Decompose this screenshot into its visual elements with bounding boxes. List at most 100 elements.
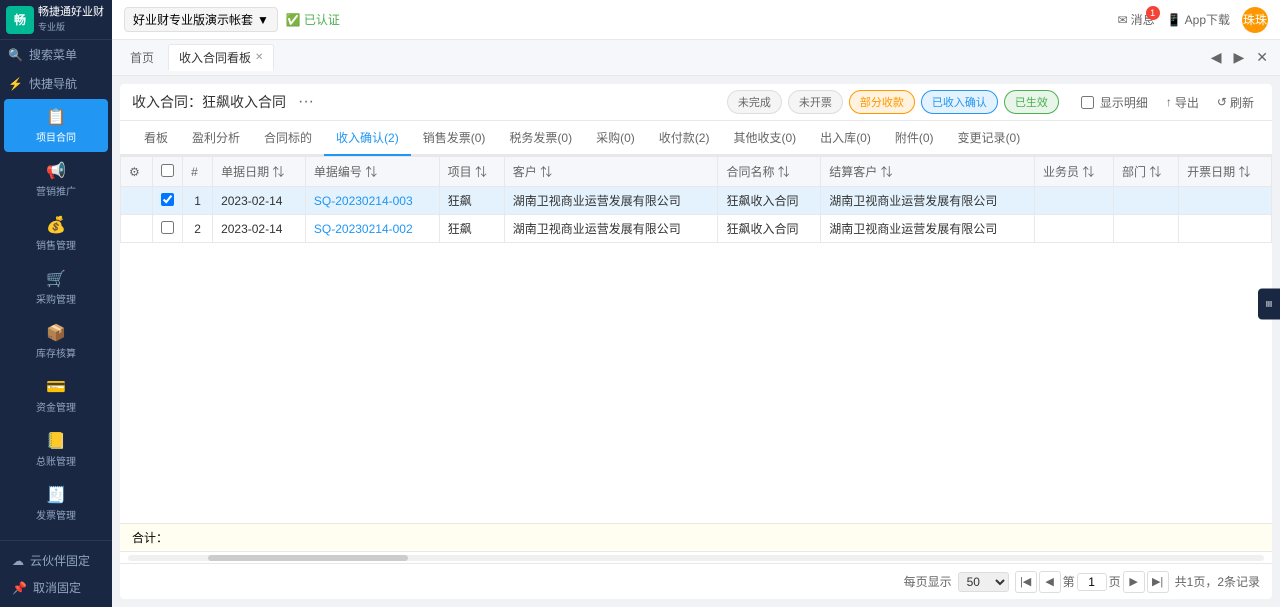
tab-contract-board[interactable]: 收入合同看板 ✕ (168, 44, 274, 71)
search-label: 搜索菜单 (29, 46, 77, 63)
first-page-btn[interactable]: |◀ (1015, 571, 1037, 593)
tabs-bar: 看板 盈利分析 合同标的 收入确认(2) 销售发票(0) 税务发票(0) 采购(… (120, 121, 1272, 156)
row-checkbox-cell-0[interactable] (153, 187, 183, 215)
footer-total-label: 合计： (132, 529, 168, 546)
last-page-btn[interactable]: ▶| (1147, 571, 1169, 593)
tab-sales-invoice[interactable]: 销售发票(0) (411, 121, 498, 154)
row-invoice-date-0 (1179, 187, 1272, 215)
tab-attachment[interactable]: 附件(0) (883, 121, 946, 154)
sidebar-quicknav[interactable]: ⚡ 快捷导航 (0, 69, 112, 98)
refresh-label: 刷新 (1230, 94, 1254, 111)
status-confirmed[interactable]: 已收入确认 (921, 90, 998, 114)
avatar[interactable]: 珠珠 (1242, 7, 1268, 33)
tab-next-btn[interactable]: ▶ (1229, 47, 1248, 68)
sidebar-scroll: 📋 项目合同 📢 营销推广 💰 销售管理 🛒 采购管理 📦 库存核算 💳 资金管… (0, 98, 112, 540)
message-badge: 1 (1146, 6, 1160, 20)
row-salesperson-1 (1034, 215, 1113, 243)
tab-income-confirm[interactable]: 收入确认(2) (324, 121, 411, 154)
refresh-btn[interactable]: ↺ 刷新 (1211, 92, 1260, 113)
phone-icon: 📱 (1167, 13, 1182, 27)
status-unfinished[interactable]: 未完成 (727, 90, 782, 114)
topbar-right: ✉ 1 消息 📱 App下载 珠珠 (1118, 7, 1268, 33)
show-detail-checkbox[interactable] (1081, 96, 1094, 109)
message-action[interactable]: ✉ 1 消息 (1118, 11, 1155, 28)
tabbar-nav: ◀ ▶ ✕ (1207, 47, 1272, 68)
main-area: 好业财专业版演示帐套 ▼ ✅ 已认证 ✉ 1 消息 📱 App下载 珠珠 (112, 0, 1280, 607)
row-contract-name-0: 狂飙收入合同 (718, 187, 821, 215)
sidebar-item-sales[interactable]: 💰 销售管理 (4, 207, 108, 260)
tab-contract-subject[interactable]: 合同标的 (252, 121, 324, 154)
row-department-0 (1113, 187, 1178, 215)
more-button[interactable]: ··· (294, 93, 318, 111)
company-selector[interactable]: 好业财专业版演示帐套 ▼ (124, 7, 278, 32)
row-number-link-0[interactable]: SQ-20230214-003 (314, 194, 413, 208)
tab-purchase[interactable]: 采购(0) (584, 121, 647, 154)
tab-home[interactable]: 首页 (120, 45, 164, 70)
col-contract-name[interactable]: 合同名称 ⇅ (718, 157, 821, 187)
tab-other-income[interactable]: 其他收支(0) (721, 121, 808, 154)
col-date[interactable]: 单据日期 ⇅ (213, 157, 306, 187)
status-partial-receipt[interactable]: 部分收款 (849, 90, 915, 114)
prev-page-btn[interactable]: ◀ (1039, 571, 1061, 593)
sidebar: 畅 畅捷通好业财 专业版 🔍 搜索菜单 ⚡ 快捷导航 📋 项目合同 📢 营销推广… (0, 0, 112, 607)
invoice-icon: 🧾 (46, 485, 66, 505)
col-department[interactable]: 部门 ⇅ (1113, 157, 1178, 187)
row-checkbox-cell-1[interactable] (153, 215, 183, 243)
tab-profit[interactable]: 盈利分析 (180, 121, 252, 154)
sidebar-search[interactable]: 🔍 搜索菜单 (0, 40, 112, 69)
app-download-action[interactable]: 📱 App下载 (1167, 11, 1230, 28)
row-number-link-1[interactable]: SQ-20230214-002 (314, 222, 413, 236)
col-salesperson[interactable]: 业务员 ⇅ (1034, 157, 1113, 187)
table-settings[interactable]: ⚙ (121, 157, 153, 187)
export-btn[interactable]: ↑ 导出 (1160, 92, 1205, 113)
sidebar-item-finance[interactable]: 💳 资金管理 (4, 369, 108, 422)
next-page-btn[interactable]: ▶ (1123, 571, 1145, 593)
tab-close-icon[interactable]: ✕ (255, 52, 263, 63)
tab-change-log[interactable]: 变更记录(0) (946, 121, 1033, 154)
row-checkbox-0[interactable] (161, 193, 174, 206)
sidebar-item-ledger[interactable]: 📒 总账管理 (4, 423, 108, 476)
contract-title: 收入合同：狂飙收入合同 (132, 92, 286, 112)
cloud-icon: ☁ (12, 554, 24, 568)
status-uninvoiced[interactable]: 未开票 (788, 90, 843, 114)
sidebar-cloud-partner[interactable]: ☁ 云伙伴固定 (4, 547, 108, 574)
row-checkbox-1[interactable] (161, 221, 174, 234)
row-settings-1[interactable] (121, 215, 153, 243)
page-input[interactable] (1077, 573, 1107, 591)
tab-inout-warehouse[interactable]: 出入库(0) (808, 121, 883, 154)
row-settings-0[interactable] (121, 187, 153, 215)
cloud-label: 云伙伴固定 (30, 552, 90, 569)
tab-prev-btn[interactable]: ◀ (1207, 47, 1226, 68)
page-info: 共1页，2条记录 (1175, 573, 1260, 590)
col-project[interactable]: 项目 ⇅ (439, 157, 504, 187)
row-index-0: 1 (183, 187, 213, 215)
tab-close-all-btn[interactable]: ✕ (1252, 47, 1272, 68)
sidebar-item-project[interactable]: 📋 项目合同 (4, 99, 108, 152)
col-number[interactable]: 单据编号 ⇅ (305, 157, 439, 187)
sidebar-item-invoice[interactable]: 🧾 发票管理 (4, 477, 108, 530)
tab-tax-invoice[interactable]: 税务发票(0) (497, 121, 584, 154)
scrollbar-thumb[interactable] (208, 555, 408, 561)
row-settlement-0: 湖南卫视商业运营发展有限公司 (821, 187, 1035, 215)
side-panel-toggle[interactable]: ≡ (1258, 288, 1280, 319)
select-all-checkbox[interactable] (161, 164, 174, 177)
sidebar-item-inventory[interactable]: 📦 库存核算 (4, 315, 108, 368)
show-detail-btn[interactable]: 显示明细 (1075, 92, 1154, 113)
sidebar-item-purchase[interactable]: 🛒 采购管理 (4, 261, 108, 314)
sidebar-unpin[interactable]: 📌 取消固定 (4, 574, 108, 601)
topbar: 好业财专业版演示帐套 ▼ ✅ 已认证 ✉ 1 消息 📱 App下载 珠珠 (112, 0, 1280, 40)
sidebar-item-marketing[interactable]: 📢 营销推广 (4, 153, 108, 206)
tab-kanban[interactable]: 看板 (132, 121, 180, 154)
tab-receipt[interactable]: 收付款(2) (647, 121, 722, 154)
per-page-select[interactable]: 50 100 200 (958, 572, 1009, 592)
status-effective[interactable]: 已生效 (1004, 90, 1059, 114)
row-customer-1: 湖南卫视商业运营发展有限公司 (504, 215, 718, 243)
page-nav: |◀ ◀ 第 页 ▶ ▶| (1015, 571, 1169, 593)
table-header-checkbox[interactable] (153, 157, 183, 187)
export-label: 导出 (1175, 94, 1199, 111)
sidebar-item-tax[interactable]: 🏛 税务管理 (4, 531, 108, 540)
col-customer[interactable]: 客户 ⇅ (504, 157, 718, 187)
row-customer-0: 湖南卫视商业运营发展有限公司 (504, 187, 718, 215)
col-invoice-date[interactable]: 开票日期 ⇅ (1179, 157, 1272, 187)
col-settlement[interactable]: 结算客户 ⇅ (821, 157, 1035, 187)
